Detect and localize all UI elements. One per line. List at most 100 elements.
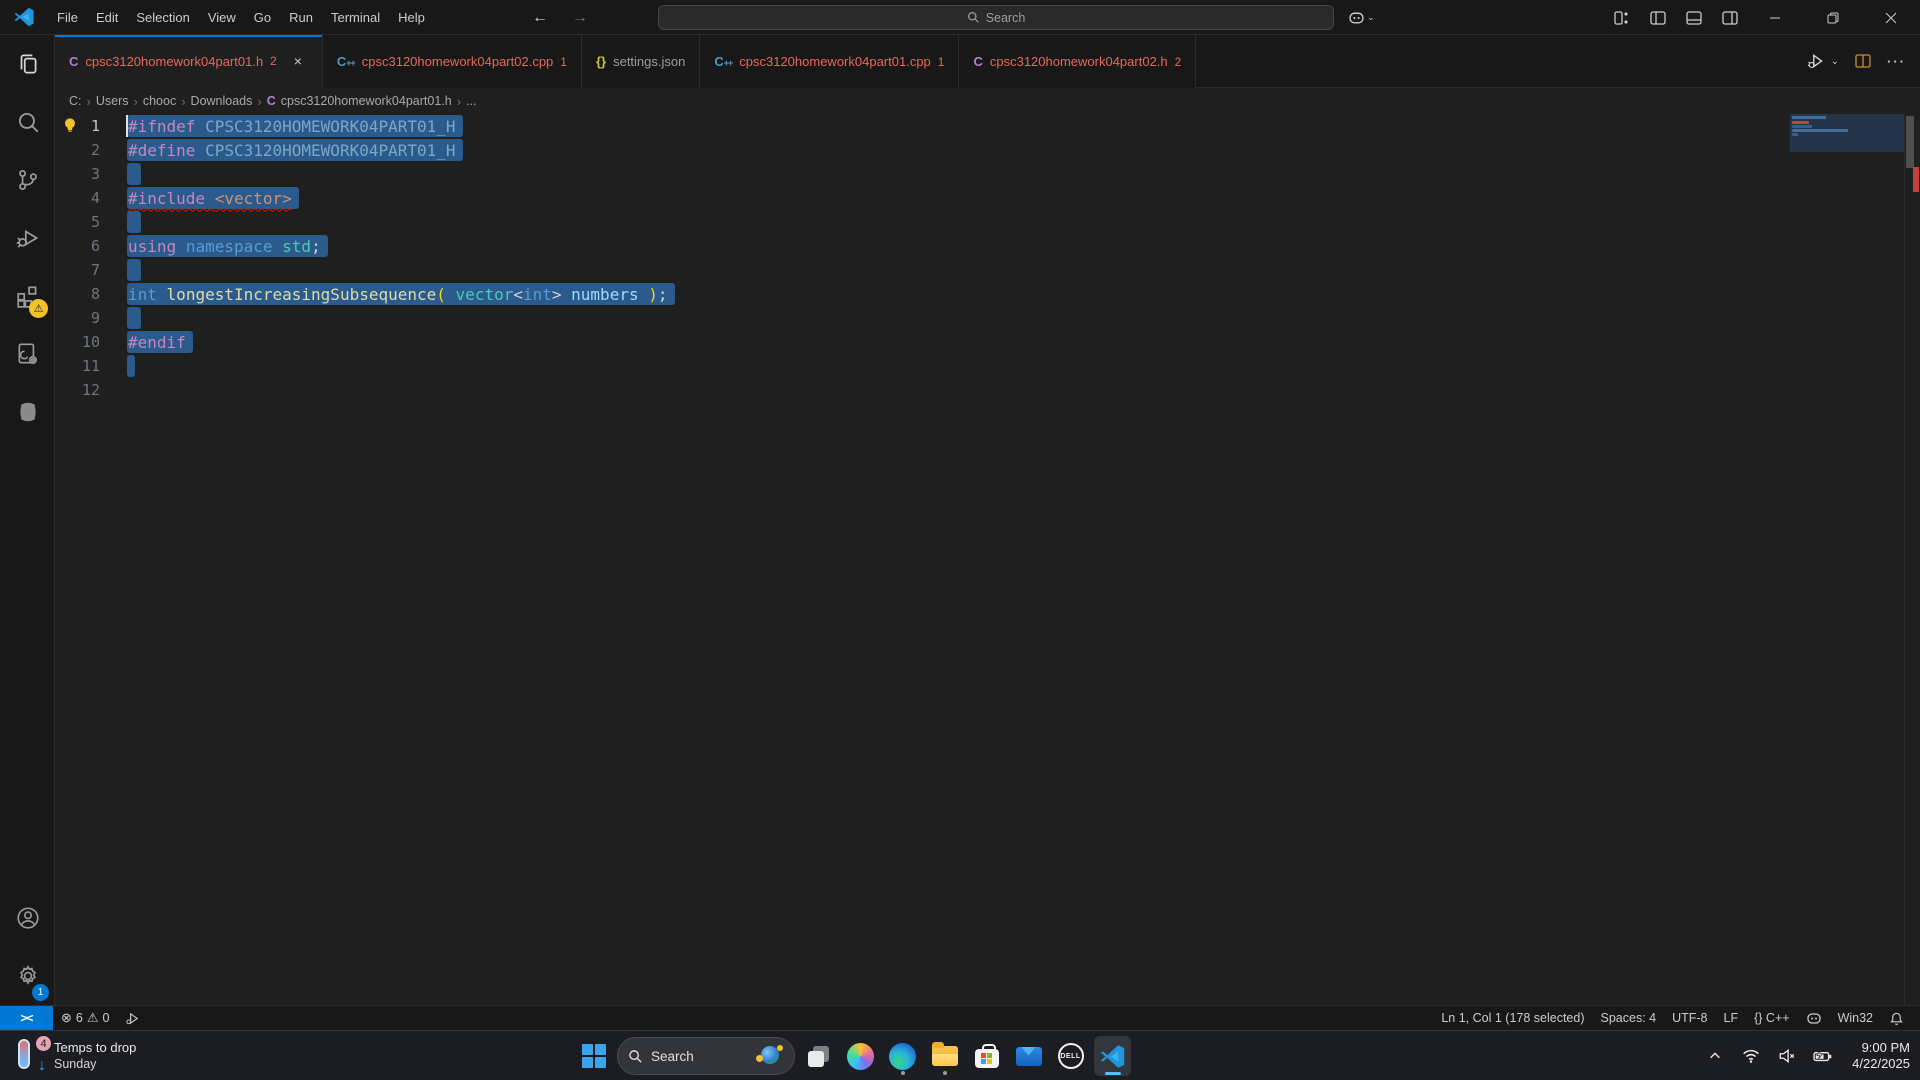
minimap[interactable] [1790, 114, 1904, 1005]
code-line-12[interactable]: 12 [55, 378, 1790, 402]
taskbar-app-edge[interactable] [884, 1036, 921, 1076]
wifi-icon[interactable] [1738, 1043, 1764, 1069]
more-actions-icon[interactable]: ··· [1887, 54, 1906, 69]
battery-charging-icon[interactable] [1810, 1043, 1836, 1069]
close-button[interactable] [1862, 0, 1920, 35]
status-win32[interactable]: Win32 [1830, 1006, 1881, 1031]
chevron-down-icon[interactable]: ⌄ [1831, 56, 1839, 67]
lightbulb-icon[interactable] [61, 116, 79, 134]
status-lf[interactable]: LF [1716, 1006, 1747, 1031]
code-line-11[interactable]: 11 [55, 354, 1790, 378]
token: int [128, 284, 157, 304]
weather-title: Temps to drop [54, 1040, 137, 1055]
customize-layout-icon[interactable] [1614, 10, 1630, 26]
taskbar-app-explorer[interactable] [926, 1036, 963, 1076]
menu-item-go[interactable]: Go [245, 6, 280, 29]
menu-item-file[interactable]: File [48, 6, 87, 29]
code-line-5[interactable]: 5 [55, 210, 1790, 234]
overview-ruler[interactable] [1904, 114, 1920, 1005]
code-line-1[interactable]: 1 #ifndef CPSC3120HOMEWORK04PART01_H [55, 114, 1790, 138]
activity-source-control-icon[interactable] [0, 151, 55, 209]
breadcrumb-segment[interactable]: chooc [143, 94, 176, 108]
toggle-secondary-sidebar-icon[interactable] [1722, 10, 1738, 26]
menu-item-selection[interactable]: Selection [127, 6, 198, 29]
code-line-content [127, 354, 135, 378]
history-forward-button[interactable]: → [568, 6, 592, 30]
tray-chevron-up-icon[interactable] [1702, 1043, 1728, 1069]
editor-pane: Ccpsc3120homework04part01.h 2 × C++ cpsc3120… [55, 35, 1920, 1005]
code-line-4[interactable]: 4 #include <vector> [55, 186, 1790, 210]
menu-bar: File Edit Selection View Go Run Terminal Help [48, 0, 434, 35]
menu-item-terminal[interactable]: Terminal [322, 6, 389, 29]
weather-widget[interactable]: ↓ 4 Temps to drop Sunday [8, 1031, 144, 1080]
status-copilot-icon[interactable] [1798, 1006, 1830, 1031]
menu-item-run[interactable]: Run [280, 6, 322, 29]
error-count-icon: ⊗ [61, 1010, 72, 1025]
history-back-button[interactable]: ← [528, 6, 552, 30]
code-line-6[interactable]: 6 using namespace std; [55, 234, 1790, 258]
restore-button[interactable] [1804, 0, 1862, 35]
status-bell-icon[interactable] [1881, 1006, 1912, 1031]
code-line-9[interactable]: 9 [55, 306, 1790, 330]
code-line-10[interactable]: 10 #endif [55, 330, 1790, 354]
status-ln-1-col-1-178-selected-[interactable]: Ln 1, Col 1 (178 selected) [1433, 1006, 1592, 1031]
menu-item-help[interactable]: Help [389, 6, 434, 29]
taskbar-app-mail[interactable] [1010, 1036, 1047, 1076]
taskbar-app-taskview[interactable] [800, 1036, 837, 1076]
code-editor[interactable]: 1 #ifndef CPSC3120HOMEWORK04PART01_H 2 #def… [55, 114, 1790, 1005]
taskbar-app-start[interactable] [575, 1036, 612, 1076]
taskbar-app-copilot[interactable] [842, 1036, 879, 1076]
menu-item-view[interactable]: View [199, 6, 245, 29]
problems-indicator[interactable]: ⊗ 6 ⚠ 0 [53, 1006, 117, 1031]
run-debug-dropdown-icon[interactable] [1807, 52, 1825, 70]
breadcrumb[interactable]: C: › Users › chooc › Downloads › Ccpsc3120homewo… [55, 88, 1790, 114]
breadcrumb-segment[interactable]: Downloads [191, 94, 253, 108]
breadcrumb-more[interactable]: ... [466, 94, 476, 108]
taskbar-app-store[interactable] [968, 1036, 1005, 1076]
taskbar-search-label: Search [651, 1048, 694, 1064]
tab-cpsc3120homework04part01.cpp[interactable]: C++ cpsc3120homework04part01.cpp 1 [700, 35, 960, 88]
activity-explorer-icon[interactable] [0, 35, 55, 93]
breadcrumb-file[interactable]: cpsc3120homework04part01.h [281, 94, 452, 108]
minimap-slider[interactable] [1790, 114, 1904, 152]
breadcrumb-segment[interactable]: Users [96, 94, 129, 108]
status--c-[interactable]: {} C++ [1746, 1006, 1797, 1031]
code-line-7[interactable]: 7 [55, 258, 1790, 282]
activity-extension-blob-icon[interactable] [0, 383, 55, 441]
activity-search-icon[interactable] [0, 93, 55, 151]
minimize-button[interactable] [1746, 0, 1804, 35]
remote-indicator[interactable]: >< [0, 1005, 53, 1031]
activity-settings-gear-icon[interactable]: 1 [0, 947, 55, 1005]
split-editor-icon[interactable] [1855, 53, 1871, 69]
code-line-2[interactable]: 2 #define CPSC3120HOMEWORK04PART01_H [55, 138, 1790, 162]
code-line-8[interactable]: 8 int longestIncreasingSubsequence( vecto… [55, 282, 1790, 306]
extension-blob-icon [19, 402, 36, 422]
taskbar-clock[interactable]: 9:00 PM 4/22/2025 [1846, 1040, 1910, 1072]
activity-cpp-tools-icon[interactable] [0, 325, 55, 383]
debug-status-button[interactable] [117, 1006, 148, 1031]
activity-extensions-icon[interactable]: ⚠ [0, 267, 55, 325]
taskbar-search[interactable]: Search [617, 1037, 795, 1075]
volume-mute-icon[interactable] [1774, 1043, 1800, 1069]
tab-cpsc3120homework04part02.h[interactable]: Ccpsc3120homework04part02.h 2 [959, 35, 1197, 88]
tab-settings.json[interactable]: {} settings.json [581, 35, 701, 88]
status-spaces-4[interactable]: Spaces: 4 [1593, 1006, 1665, 1031]
copilot-menu-button[interactable]: ⌄ [1348, 6, 1375, 29]
activity-run-debug-icon[interactable] [0, 209, 55, 267]
toggle-sidebar-icon[interactable] [1650, 10, 1666, 26]
tab-cpsc3120homework04part02.cpp[interactable]: C++ cpsc3120homework04part02.cpp 1 [322, 35, 582, 88]
token: vector [455, 284, 514, 304]
status-utf-8[interactable]: UTF-8 [1664, 1006, 1715, 1031]
toggle-panel-icon[interactable] [1686, 10, 1702, 26]
taskbar-app-dell[interactable]: DELL [1052, 1036, 1089, 1076]
tab-cpsc3120homework04part01.h[interactable]: Ccpsc3120homework04part01.h 2 × [55, 35, 323, 88]
command-center-search[interactable]: Search [658, 5, 1334, 30]
tab-close-icon[interactable]: × [288, 51, 308, 71]
activity-account-icon[interactable] [0, 889, 55, 947]
breadcrumb-segment[interactable]: C: [69, 94, 82, 108]
code-line-3[interactable]: 3 [55, 162, 1790, 186]
file-type-c-icon: C [973, 54, 983, 69]
taskbar-app-vscode[interactable] [1094, 1036, 1131, 1076]
scrollbar-thumb[interactable] [1906, 116, 1914, 168]
menu-item-edit[interactable]: Edit [87, 6, 127, 29]
